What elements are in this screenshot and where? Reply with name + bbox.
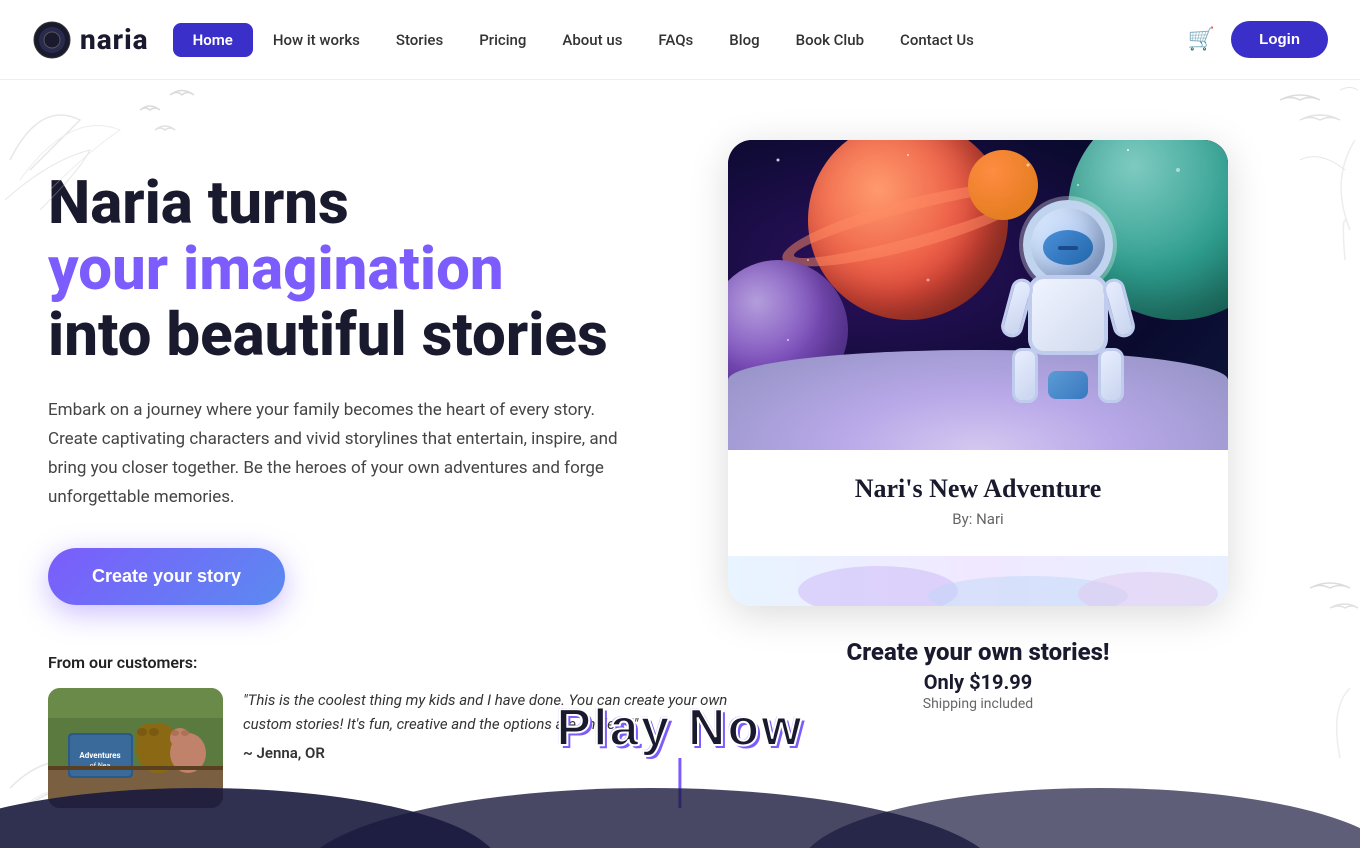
nav-item-how-it-works[interactable]: How it works [257, 23, 376, 57]
logo-text: naria [80, 23, 149, 56]
book-cover [728, 140, 1228, 450]
customer-photo: Adventures of Nea [48, 688, 223, 808]
astronaut-leg-right [1098, 348, 1124, 403]
login-button[interactable]: Login [1231, 21, 1328, 58]
customers-label: From our customers: [48, 653, 728, 672]
nav-item-pricing[interactable]: Pricing [463, 23, 542, 57]
book-title: Nari's New Adventure [760, 474, 1196, 504]
nav-links: Home How it works Stories Pricing About … [173, 23, 1188, 57]
play-now-section: Play Now [556, 698, 803, 808]
logo-icon [32, 20, 72, 60]
book-bottom-decoration [728, 556, 1228, 606]
pricing-shipping: Shipping included [846, 696, 1109, 712]
book-info: Nari's New Adventure By: Nari [728, 450, 1228, 556]
nav-item-blog[interactable]: Blog [713, 23, 775, 57]
hero-title-line3: into beautiful stories [48, 302, 728, 368]
nav-item-faqs[interactable]: FAQs [642, 23, 709, 57]
astronaut-leg-left [1012, 348, 1038, 403]
hero-section: Naria turns your imagination into beauti… [0, 80, 1360, 848]
nav-right: 🛒 Login [1188, 21, 1328, 58]
nav-item-book-club[interactable]: Book Club [780, 23, 880, 57]
astronaut-chest [1048, 371, 1088, 399]
pricing-info: Create your own stories! Only $19.99 Shi… [846, 638, 1109, 712]
nav-item-contact[interactable]: Contact Us [884, 23, 990, 57]
book-card: Nari's New Adventure By: Nari [728, 140, 1228, 606]
bottom-deco-svg [728, 556, 1228, 606]
nav-item-about[interactable]: About us [546, 23, 638, 57]
play-now-text[interactable]: Play Now [556, 698, 803, 758]
hero-title-line2: your imagination [48, 236, 728, 302]
astronaut-face [1058, 246, 1078, 250]
astronaut [988, 200, 1148, 420]
deco-bottom-right [1210, 568, 1360, 768]
pricing-title: Create your own stories! [846, 638, 1109, 666]
logo[interactable]: naria [32, 20, 149, 60]
astronaut-body [1028, 275, 1108, 355]
navbar: naria Home How it works Stories Pricing … [0, 0, 1360, 80]
svg-text:Adventures: Adventures [79, 751, 120, 760]
ground [728, 350, 1228, 450]
customer-image: Adventures of Nea [48, 688, 223, 808]
deco-top-left [0, 80, 220, 220]
hero-right: Nari's New Adventure By: Nari Create you… [728, 140, 1228, 712]
play-now-line [679, 758, 682, 808]
book-author: By: Nari [760, 510, 1196, 528]
nav-item-home[interactable]: Home [173, 23, 253, 57]
pricing-price: Only $19.99 [846, 670, 1109, 694]
cart-icon[interactable]: 🛒 [1188, 27, 1215, 52]
nav-item-stories[interactable]: Stories [380, 23, 459, 57]
hero-description: Embark on a journey where your family be… [48, 396, 648, 512]
create-story-button[interactable]: Create your story [48, 548, 285, 605]
